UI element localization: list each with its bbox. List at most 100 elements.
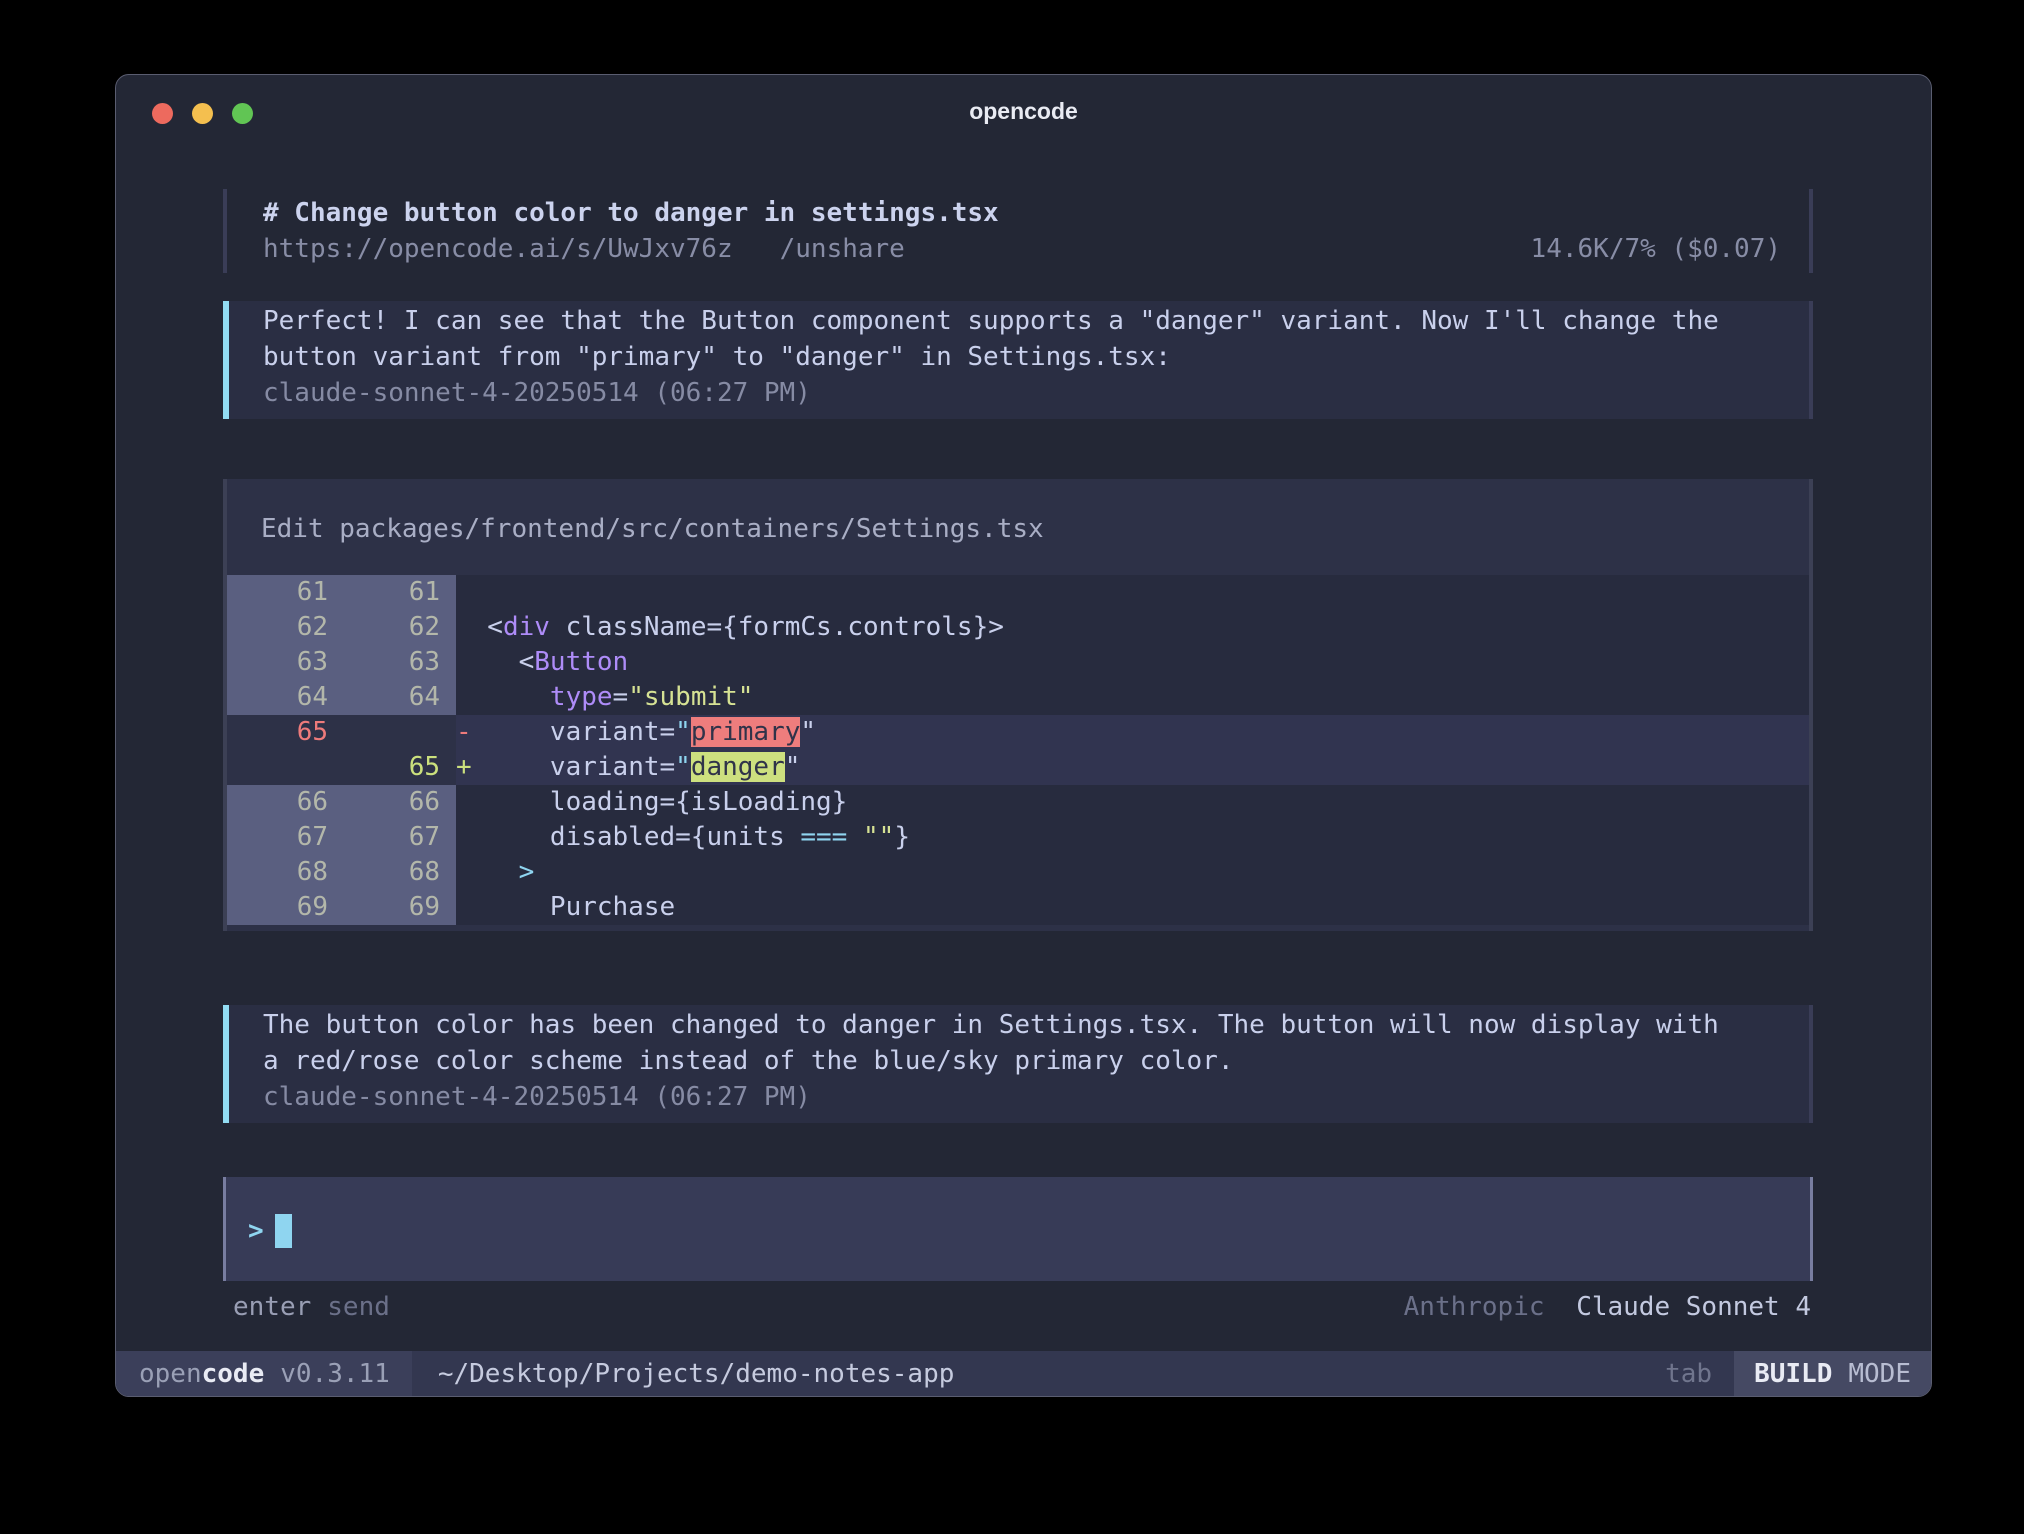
diff-new-lineno: 62 xyxy=(328,610,440,645)
code-token: } xyxy=(894,822,910,852)
code-token: disabled={units xyxy=(456,822,800,852)
diff-code-line: + variant="danger" xyxy=(456,750,1809,785)
diff-gutter-pad xyxy=(440,750,456,785)
enter-key-hint: enter xyxy=(233,1289,311,1325)
unshare-command[interactable]: /unshare xyxy=(780,231,905,267)
diff-old-lineno: 64 xyxy=(227,680,328,715)
diff-gutter-pad xyxy=(440,715,456,750)
assistant-message: The button color has been changed to dan… xyxy=(223,1005,1813,1123)
mode-name: BUILD xyxy=(1754,1359,1832,1389)
model-label: Claude Sonnet 4 xyxy=(1576,1292,1811,1322)
code-token: danger xyxy=(691,752,785,782)
diff-new-lineno: 69 xyxy=(328,890,440,925)
diff-row: 6666 loading={isLoading} xyxy=(227,785,1809,820)
diff-new-lineno: 64 xyxy=(328,680,440,715)
code-token: + xyxy=(456,752,472,782)
diff-new-lineno: 67 xyxy=(328,820,440,855)
diff-row: 6363 <Button xyxy=(227,645,1809,680)
share-url-link[interactable]: https://opencode.ai/s/UwJxv76z xyxy=(263,231,733,267)
diff-old-lineno: 65 xyxy=(227,715,328,750)
brand-name-bold: code xyxy=(202,1359,265,1389)
prompt-input[interactable]: > xyxy=(223,1177,1813,1281)
code-token: "submit" xyxy=(628,682,753,712)
code-token: < xyxy=(456,612,503,642)
diff-view: 61616262 <div className={formCs.controls… xyxy=(227,575,1809,925)
diff-new-lineno: 66 xyxy=(328,785,440,820)
working-directory: ~/Desktop/Projects/demo-notes-app xyxy=(438,1359,955,1389)
code-token: " xyxy=(800,717,816,747)
diff-old-lineno: 67 xyxy=(227,820,328,855)
token-usage-stats: 14.6K/7% ($0.07) xyxy=(1531,231,1781,267)
prompt-chevron: > xyxy=(248,1213,264,1249)
diff-old-lineno: 63 xyxy=(227,645,328,680)
code-token: - xyxy=(456,717,472,747)
diff-code-line: Purchase xyxy=(456,890,1809,925)
diff-gutter-pad xyxy=(440,785,456,820)
code-token: " xyxy=(675,752,691,782)
code-token: " xyxy=(675,717,691,747)
code-token: " xyxy=(785,752,801,782)
diff-gutter-pad xyxy=(440,890,456,925)
code-token: className={formCs.controls}> xyxy=(550,612,1004,642)
diff-row: 6464 type="submit" xyxy=(227,680,1809,715)
diff-gutter-pad xyxy=(440,855,456,890)
chat-content: # Change button color to danger in setti… xyxy=(223,189,1813,1325)
session-title: # Change button color to danger in setti… xyxy=(263,195,1781,231)
code-token: === xyxy=(800,822,847,852)
status-bar: opencode v0.3.11 ~/Desktop/Projects/demo… xyxy=(116,1351,1931,1396)
message-text: a red/rose color scheme instead of the b… xyxy=(263,1043,1789,1079)
code-token: Purchase xyxy=(456,892,675,922)
tab-key-hint: tab xyxy=(1665,1359,1712,1389)
diff-gutter-pad xyxy=(440,610,456,645)
brand-name: open xyxy=(139,1359,202,1389)
diff-gutter-pad xyxy=(440,575,456,610)
code-token: < xyxy=(456,647,534,677)
code-token: type xyxy=(550,682,613,712)
code-token: "" xyxy=(863,822,894,852)
code-token: loading={isLoading} xyxy=(456,787,847,817)
diff-new-lineno xyxy=(328,715,440,750)
code-token xyxy=(456,682,550,712)
diff-code-line: loading={isLoading} xyxy=(456,785,1809,820)
edit-tool-block: Edit packages/frontend/src/containers/Se… xyxy=(223,479,1813,931)
diff-code-line: <div className={formCs.controls}> xyxy=(456,610,1809,645)
code-token: = xyxy=(613,682,629,712)
diff-new-lineno: 63 xyxy=(328,645,440,680)
diff-gutter-pad xyxy=(440,645,456,680)
assistant-message: Perfect! I can see that the Button compo… xyxy=(223,301,1813,419)
diff-gutter-pad xyxy=(440,820,456,855)
opencode-window: opencode # Change button color to danger… xyxy=(115,74,1932,1397)
mode-segment[interactable]: BUILD MODE xyxy=(1734,1351,1931,1396)
session-subline: https://opencode.ai/s/UwJxv76z /unshare … xyxy=(263,231,1781,267)
diff-row: 65- variant="primary" xyxy=(227,715,1809,750)
send-action-hint: send xyxy=(327,1289,390,1325)
code-token xyxy=(847,822,863,852)
diff-new-lineno: 68 xyxy=(328,855,440,890)
provider-label: Anthropic xyxy=(1404,1292,1545,1322)
diff-row: 6868 > xyxy=(227,855,1809,890)
diff-old-lineno xyxy=(227,750,328,785)
diff-new-lineno: 65 xyxy=(328,750,440,785)
code-token: div xyxy=(503,612,550,642)
diff-gutter-pad xyxy=(440,680,456,715)
app-version: v0.3.11 xyxy=(280,1359,390,1389)
diff-new-lineno: 61 xyxy=(328,575,440,610)
text-cursor xyxy=(275,1214,292,1248)
code-token: Button xyxy=(534,647,628,677)
code-token: variant= xyxy=(472,717,676,747)
diff-row: 6161 xyxy=(227,575,1809,610)
diff-old-lineno: 61 xyxy=(227,575,328,610)
diff-code-line: type="submit" xyxy=(456,680,1809,715)
diff-code-line: <Button xyxy=(456,645,1809,680)
diff-code-line xyxy=(456,575,1809,610)
diff-old-lineno: 66 xyxy=(227,785,328,820)
session-header: # Change button color to danger in setti… xyxy=(223,189,1813,273)
code-token: primary xyxy=(691,717,801,747)
diff-row: 65 + variant="danger" xyxy=(227,750,1809,785)
diff-row: 6262 <div className={formCs.controls}> xyxy=(227,610,1809,645)
diff-code-line: - variant="primary" xyxy=(456,715,1809,750)
code-token xyxy=(456,857,519,887)
diff-row: 6969 Purchase xyxy=(227,890,1809,925)
diff-code-line: > xyxy=(456,855,1809,890)
diff-code-line: disabled={units === ""} xyxy=(456,820,1809,855)
